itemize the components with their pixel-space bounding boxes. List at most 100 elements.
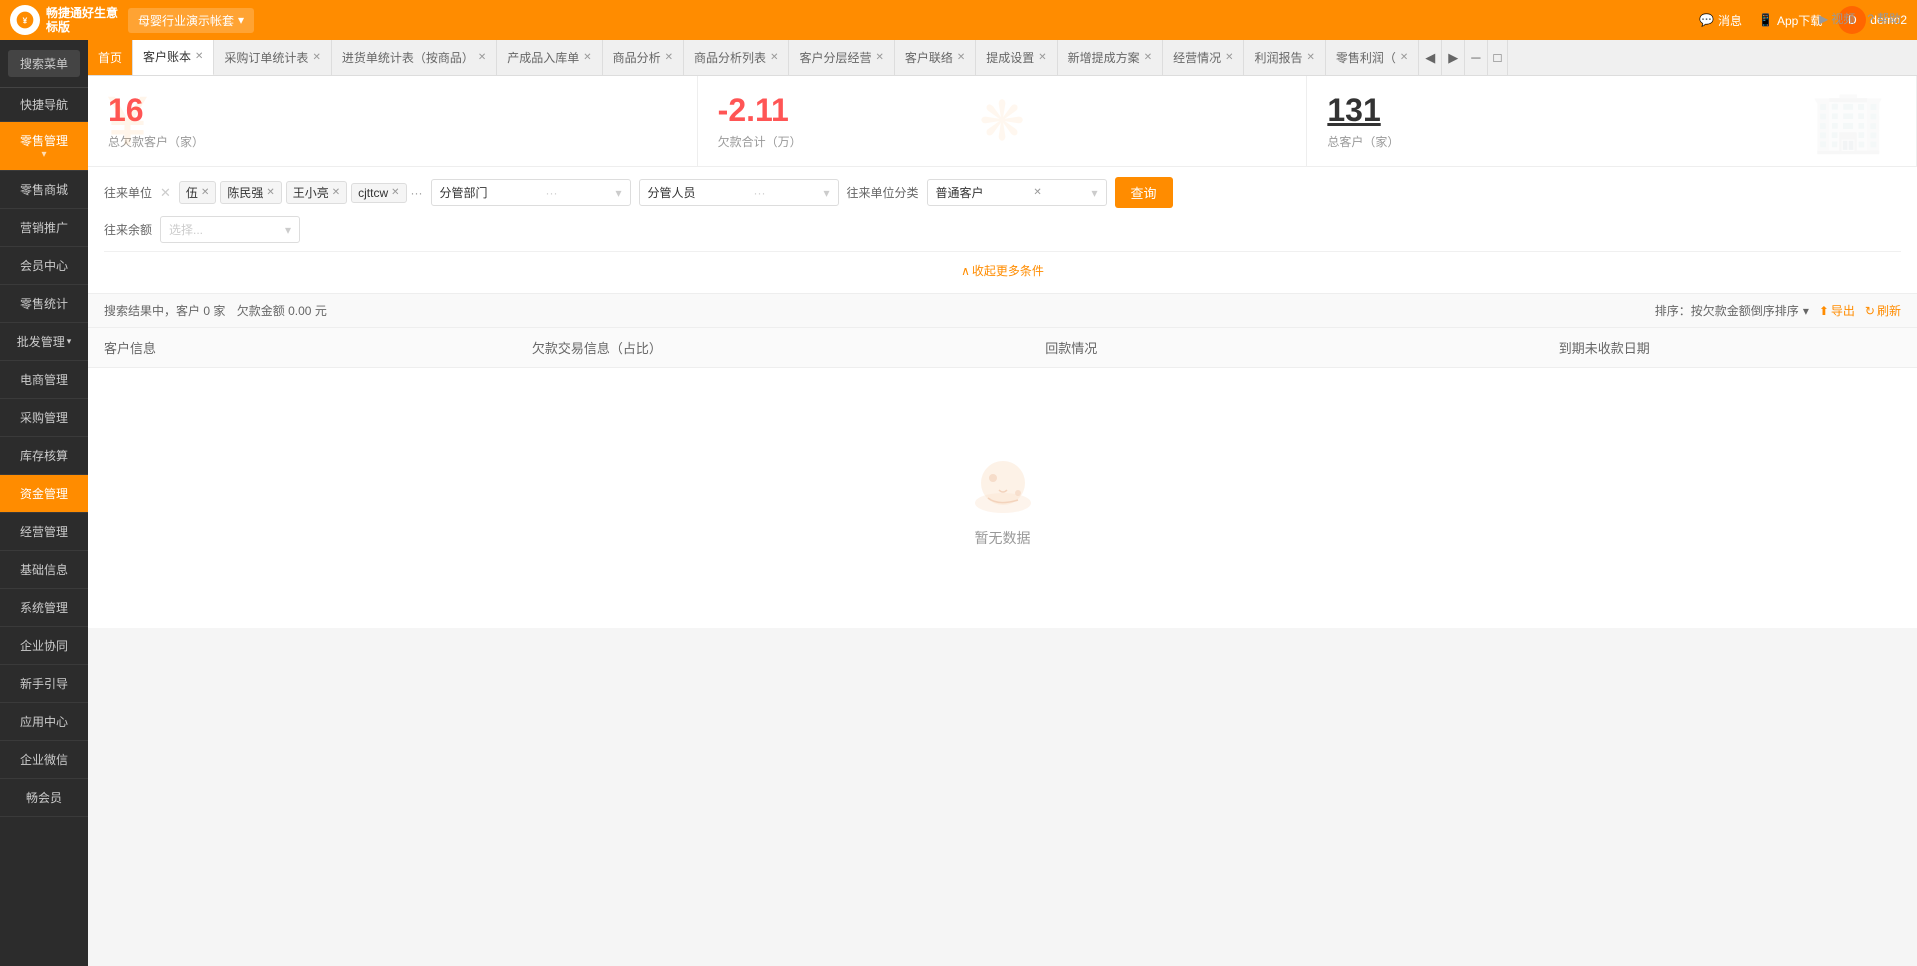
- sidebar-item-retail-mall[interactable]: 零售商城: [0, 171, 88, 209]
- filter-tag-wu: 伍 ✕: [179, 181, 216, 204]
- close-tab-purchase-order[interactable]: ✕: [312, 52, 320, 63]
- tab-customer-contact[interactable]: 客户联络 ✕: [895, 40, 976, 76]
- download-icon: 📱: [1758, 13, 1773, 27]
- refresh-button[interactable]: ↻ 刷新: [1865, 302, 1901, 319]
- page-content: ¥ 16 总欠款客户（家） ❋ -2.11 欠款合计（万） 🏢 131 总: [88, 76, 1917, 966]
- export-button[interactable]: ⬆ 导出: [1819, 302, 1855, 319]
- chevron-down-icon: ▾: [238, 13, 244, 27]
- chevron-down-sort: ▾: [1803, 304, 1809, 318]
- sidebar-item-basic-info[interactable]: 基础信息: [0, 551, 88, 589]
- remove-unit-type[interactable]: ✕: [1033, 187, 1041, 198]
- empty-state: 暂无数据: [88, 368, 1917, 628]
- sidebar-item-label: 零售管理: [8, 132, 80, 149]
- tab-retail-profit[interactable]: 零售利润（ ✕: [1326, 40, 1419, 76]
- remove-tag-wang[interactable]: ✕: [332, 187, 340, 198]
- sidebar-item-enterprise-wechat[interactable]: 企业微信: [0, 741, 88, 779]
- sidebar-item-new-user-guide[interactable]: 新手引导: [0, 665, 88, 703]
- sidebar-item-ops-mgmt[interactable]: 经营管理: [0, 513, 88, 551]
- expand-icon: ▾: [67, 336, 72, 347]
- tab-goods-analysis[interactable]: 商品分析 ✕: [603, 40, 684, 76]
- sort-select[interactable]: 排序：按欠款金额倒序排序 ▾: [1655, 302, 1809, 319]
- search-menu-button[interactable]: 搜索菜单: [8, 50, 80, 77]
- tab-purchase-order-stats[interactable]: 采购订单统计表 ✕: [214, 40, 331, 76]
- sidebar-item-sys-mgmt[interactable]: 系统管理: [0, 589, 88, 627]
- close-tab-retail-profit[interactable]: ✕: [1400, 52, 1408, 63]
- tab-business-status[interactable]: 经营情况 ✕: [1163, 40, 1244, 76]
- summary-card-customers: ¥ 16 总欠款客户（家）: [88, 76, 698, 166]
- tab-profit-report[interactable]: 利润报告 ✕: [1244, 40, 1325, 76]
- balance-filter-select[interactable]: 选择... ▾: [160, 216, 300, 243]
- filter-row-1: 往来单位 ✕ 伍 ✕ 陈民强 ✕ 王小亮: [104, 177, 1901, 208]
- tab-product-inbound[interactable]: 产成品入库单 ✕: [497, 40, 602, 76]
- summary-label-debt: 欠款合计（万）: [718, 133, 802, 150]
- tab-customer-segment[interactable]: 客户分层经营 ✕: [789, 40, 894, 76]
- results-info: 搜索结果中，客户 0 家 欠款金额 0.00 元: [104, 302, 327, 319]
- app-download-button[interactable]: 📱 App下载: [1758, 12, 1822, 29]
- tab-scroll-left[interactable]: ◀: [1419, 40, 1442, 76]
- tab-maximize[interactable]: □: [1488, 40, 1509, 76]
- summary-card-debt: ❋ -2.11 欠款合计（万）: [698, 76, 1308, 166]
- remove-tag-wu[interactable]: ✕: [201, 187, 209, 198]
- messages-button[interactable]: 💬 消息: [1699, 12, 1742, 29]
- tab-goods-analysis-list[interactable]: 商品分析列表 ✕: [684, 40, 789, 76]
- summary-row: ¥ 16 总欠款客户（家） ❋ -2.11 欠款合计（万） 🏢 131 总: [88, 76, 1917, 167]
- summary-card-total-customers: 🏢 131 总客户（家）: [1307, 76, 1917, 166]
- sidebar-item-app-center[interactable]: 应用中心: [0, 703, 88, 741]
- close-tab-goods-inbound[interactable]: ✕: [478, 52, 486, 63]
- tab-customer-ledger[interactable]: 客户账本 ✕: [133, 40, 214, 76]
- tab-promotion-settings[interactable]: 提成设置 ✕: [976, 40, 1057, 76]
- sidebar-item-vip-member[interactable]: 畅会员: [0, 779, 88, 817]
- close-tab-goods-analysis[interactable]: ✕: [665, 52, 673, 63]
- quick-nav-button[interactable]: 快捷导航: [0, 88, 88, 122]
- sidebar-item-enterprise-collab[interactable]: 企业协同: [0, 627, 88, 665]
- store-selector[interactable]: 母婴行业演示帐套 ▾: [128, 8, 254, 33]
- sidebar-item-retail-stats[interactable]: 零售统计: [0, 285, 88, 323]
- more-tags-btn[interactable]: ···: [411, 186, 423, 200]
- filter-tag-chen: 陈民强 ✕: [220, 181, 281, 204]
- top-bar-center: 母婴行业演示帐套 ▾: [118, 8, 1699, 33]
- results-bar: 搜索结果中，客户 0 家 欠款金额 0.00 元 排序：按欠款金额倒序排序 ▾: [88, 294, 1917, 328]
- tab-goods-inbound-stats[interactable]: 进货单统计表（按商品） ✕: [332, 40, 497, 76]
- main-area: 首页 客户账本 ✕ 采购订单统计表 ✕ 进货单统计表（按商品） ✕ 产成品入库单…: [88, 40, 1917, 966]
- sidebar-item-wholesale-mgmt[interactable]: 批发管理 ▾: [0, 323, 88, 361]
- close-tab-business-status[interactable]: ✕: [1225, 52, 1233, 63]
- dept-select-more: ···: [546, 186, 558, 200]
- close-tab-profit-report[interactable]: ✕: [1307, 52, 1315, 63]
- remove-tag-cjttcw[interactable]: ✕: [391, 187, 399, 198]
- remove-tag-chen[interactable]: ✕: [266, 187, 274, 198]
- chevron-down-balance: ▾: [285, 223, 291, 237]
- filter-tag-cjttcw: cjttcw ✕: [351, 183, 406, 203]
- sidebar-item-marketing[interactable]: 营销推广: [0, 209, 88, 247]
- tab-new-promotion-plan[interactable]: 新增提成方案 ✕: [1058, 40, 1163, 76]
- logo-area: ¥ 畅捷通好生意 标版: [10, 5, 118, 35]
- sidebar-search-area: 搜索菜单: [0, 40, 88, 88]
- close-tab-customer-segment[interactable]: ✕: [875, 52, 883, 63]
- filter-tags-unit: 伍 ✕ 陈民强 ✕ 王小亮 ✕: [179, 181, 423, 204]
- sidebar-item-inventory[interactable]: 库存核算: [0, 437, 88, 475]
- tab-home[interactable]: 首页: [88, 40, 133, 76]
- collapse-button[interactable]: ∧ 收起更多条件: [104, 258, 1901, 283]
- sidebar-item-member-center[interactable]: 会员中心: [0, 247, 88, 285]
- close-tab-customer-contact[interactable]: ✕: [957, 52, 965, 63]
- close-tab-product-inbound[interactable]: ✕: [583, 52, 591, 63]
- person-filter-select[interactable]: 分管人员 ··· ▾: [639, 179, 839, 206]
- summary-label-total-customers: 总客户（家）: [1327, 133, 1399, 150]
- query-button[interactable]: 查询: [1115, 177, 1173, 208]
- sidebar-item-ecommerce[interactable]: 电商管理: [0, 361, 88, 399]
- sidebar-item-finance-mgmt[interactable]: 资金管理: [0, 475, 88, 513]
- refresh-icon: ↻: [1865, 304, 1875, 318]
- message-icon: 💬: [1699, 13, 1714, 27]
- card2-bg-icon: ❋: [979, 89, 1025, 153]
- summary-value-debt: -2.11: [718, 92, 789, 129]
- sidebar-item-purchase-mgmt[interactable]: 采购管理: [0, 399, 88, 437]
- table-container: 客户信息 欠款交易信息（占比） 回款情况 到期未收款日期: [88, 328, 1917, 628]
- close-tab-goods-analysis-list[interactable]: ✕: [770, 52, 778, 63]
- tab-minimize[interactable]: ─: [1465, 40, 1487, 76]
- close-tab-promotion-settings[interactable]: ✕: [1038, 52, 1046, 63]
- dept-filter-select[interactable]: 分管部门 ··· ▾: [431, 179, 631, 206]
- close-tab-new-promotion[interactable]: ✕: [1144, 52, 1152, 63]
- close-tab-customer-ledger[interactable]: ✕: [195, 51, 203, 62]
- sidebar-item-retail-mgmt[interactable]: 零售管理 ▾: [0, 122, 88, 171]
- tab-scroll-right[interactable]: ▶: [1442, 40, 1465, 76]
- unit-type-filter-select[interactable]: 普通客户 ✕ ▾: [927, 179, 1107, 206]
